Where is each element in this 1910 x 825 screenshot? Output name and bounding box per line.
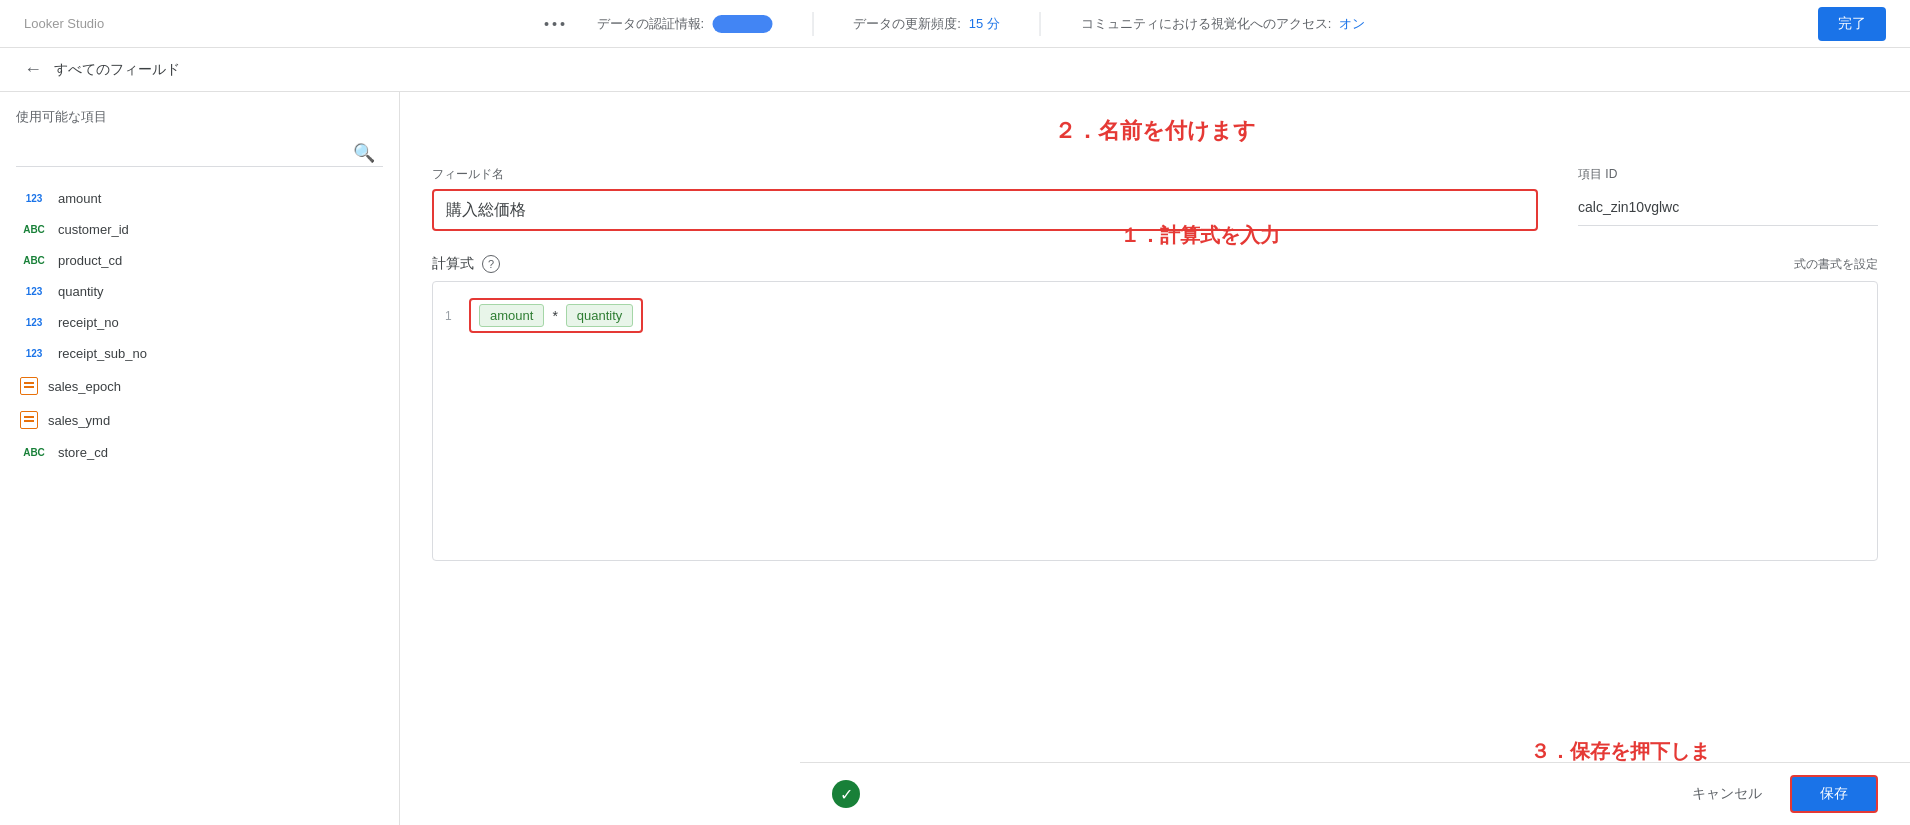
field-name: quantity: [58, 284, 104, 299]
item-id-label: 項目 ID: [1578, 166, 1878, 183]
sidebar-field-item[interactable]: sales_epoch: [16, 369, 383, 403]
app-logo: Looker Studio: [24, 16, 104, 31]
formula-label: 計算式: [432, 255, 474, 273]
complete-button[interactable]: 完了: [1818, 7, 1886, 41]
formula-chip-amount: amount: [479, 304, 544, 327]
item-id-value: calc_zin10vglwc: [1578, 189, 1878, 226]
field-name: receipt_sub_no: [58, 346, 147, 361]
back-arrow-icon[interactable]: ←: [24, 59, 42, 80]
community-info: コミュニティにおける視覚化へのアクセス: オン: [1081, 15, 1366, 33]
step1-annotation: １．計算式を入力: [1120, 222, 1280, 249]
field-type-badge: ABC: [20, 224, 48, 235]
step3-annotation: ３．保存を押下しま: [1530, 738, 1710, 765]
field-name: amount: [58, 191, 101, 206]
sidebar-field-item[interactable]: ABC product_cd: [16, 245, 383, 276]
second-bar: ← すべてのフィールド: [0, 48, 1910, 92]
check-icon: ✓: [832, 780, 860, 808]
sidebar-field-item[interactable]: sales_ymd: [16, 403, 383, 437]
field-name-input-wrapper[interactable]: [432, 189, 1538, 231]
top-bar-left: Looker Studio: [24, 16, 104, 31]
formula-content: amount * quantity: [469, 298, 643, 333]
field-list: 123 amount ABC customer_id ABC product_c…: [16, 183, 383, 468]
field-type-badge: ABC: [20, 255, 48, 266]
formula-chip-operator: *: [548, 305, 561, 327]
dots-menu-icon[interactable]: [545, 22, 565, 26]
community-value: オン: [1339, 15, 1365, 33]
community-label: コミュニティにおける視覚化へのアクセス:: [1081, 15, 1332, 33]
sidebar-field-item[interactable]: ABC store_cd: [16, 437, 383, 468]
sidebar-field-item[interactable]: 123 quantity: [16, 276, 383, 307]
formula-chip-quantity: quantity: [566, 304, 634, 327]
field-name: receipt_no: [58, 315, 119, 330]
formula-line: 1 amount * quantity: [445, 294, 1865, 337]
field-type-badge: 123: [20, 348, 48, 359]
divider: [812, 12, 813, 36]
item-id-section: 項目 ID calc_zin10vglwc: [1578, 166, 1878, 231]
bottom-actions: キャンセル 保存: [1680, 775, 1878, 813]
field-name: customer_id: [58, 222, 129, 237]
sidebar-field-item[interactable]: 123 receipt_sub_no: [16, 338, 383, 369]
refresh-label: データの更新頻度:: [853, 15, 961, 33]
line-number: 1: [445, 309, 469, 323]
top-bar-center: データの認証情報: データの更新頻度: 15 分 コミュニティにおける視覚化への…: [545, 12, 1366, 36]
refresh-value: 15 分: [969, 15, 1000, 33]
formula-format-link[interactable]: 式の書式を設定: [1794, 256, 1878, 273]
sidebar-field-item[interactable]: ABC customer_id: [16, 214, 383, 245]
bottom-bar: ✓ キャンセル 保存: [800, 762, 1910, 825]
calendar-icon: [20, 377, 38, 395]
step2-annotation: ２．名前を付けます: [432, 116, 1878, 146]
formula-box-outline: amount * quantity: [469, 298, 643, 333]
credentials-label: データの認証情報:: [597, 15, 705, 33]
main-content: 使用可能な項目 🔍 123 amount ABC customer_id ABC…: [0, 92, 1910, 825]
field-name: product_cd: [58, 253, 122, 268]
formula-header: 計算式 ? 式の書式を設定: [432, 255, 1878, 273]
credentials-badge: [712, 15, 772, 33]
formula-editor[interactable]: 1 amount * quantity: [432, 281, 1878, 561]
right-panel: ２．名前を付けます フィールド名 項目 ID calc_zin10vglwc 計…: [400, 92, 1910, 825]
page-title: すべてのフィールド: [54, 61, 180, 79]
field-name: store_cd: [58, 445, 108, 460]
divider2: [1040, 12, 1041, 36]
field-type-badge: ABC: [20, 447, 48, 458]
field-type-badge: 123: [20, 317, 48, 328]
formula-label-row: 計算式 ?: [432, 255, 500, 273]
field-type-badge: 123: [20, 193, 48, 204]
refresh-info: データの更新頻度: 15 分: [853, 15, 1000, 33]
credentials-info: データの認証情報:: [597, 15, 773, 33]
sidebar-field-item[interactable]: 123 receipt_no: [16, 307, 383, 338]
field-name: sales_ymd: [48, 413, 110, 428]
field-name: sales_epoch: [48, 379, 121, 394]
save-button[interactable]: 保存: [1790, 775, 1878, 813]
field-name-label: フィールド名: [432, 166, 1538, 183]
search-box[interactable]: 🔍: [16, 138, 383, 167]
search-input[interactable]: [16, 138, 383, 167]
calendar-icon: [20, 411, 38, 429]
cancel-button[interactable]: キャンセル: [1680, 777, 1774, 811]
help-icon[interactable]: ?: [482, 255, 500, 273]
search-icon[interactable]: 🔍: [353, 142, 375, 164]
sidebar: 使用可能な項目 🔍 123 amount ABC customer_id ABC…: [0, 92, 400, 825]
field-name-section: フィールド名: [432, 166, 1538, 231]
field-type-badge: 123: [20, 286, 48, 297]
top-bar: Looker Studio データの認証情報: データの更新頻度: 15 分 コ…: [0, 0, 1910, 48]
field-name-input[interactable]: [446, 201, 1524, 219]
sidebar-title: 使用可能な項目: [16, 108, 383, 126]
sidebar-field-item[interactable]: 123 amount: [16, 183, 383, 214]
